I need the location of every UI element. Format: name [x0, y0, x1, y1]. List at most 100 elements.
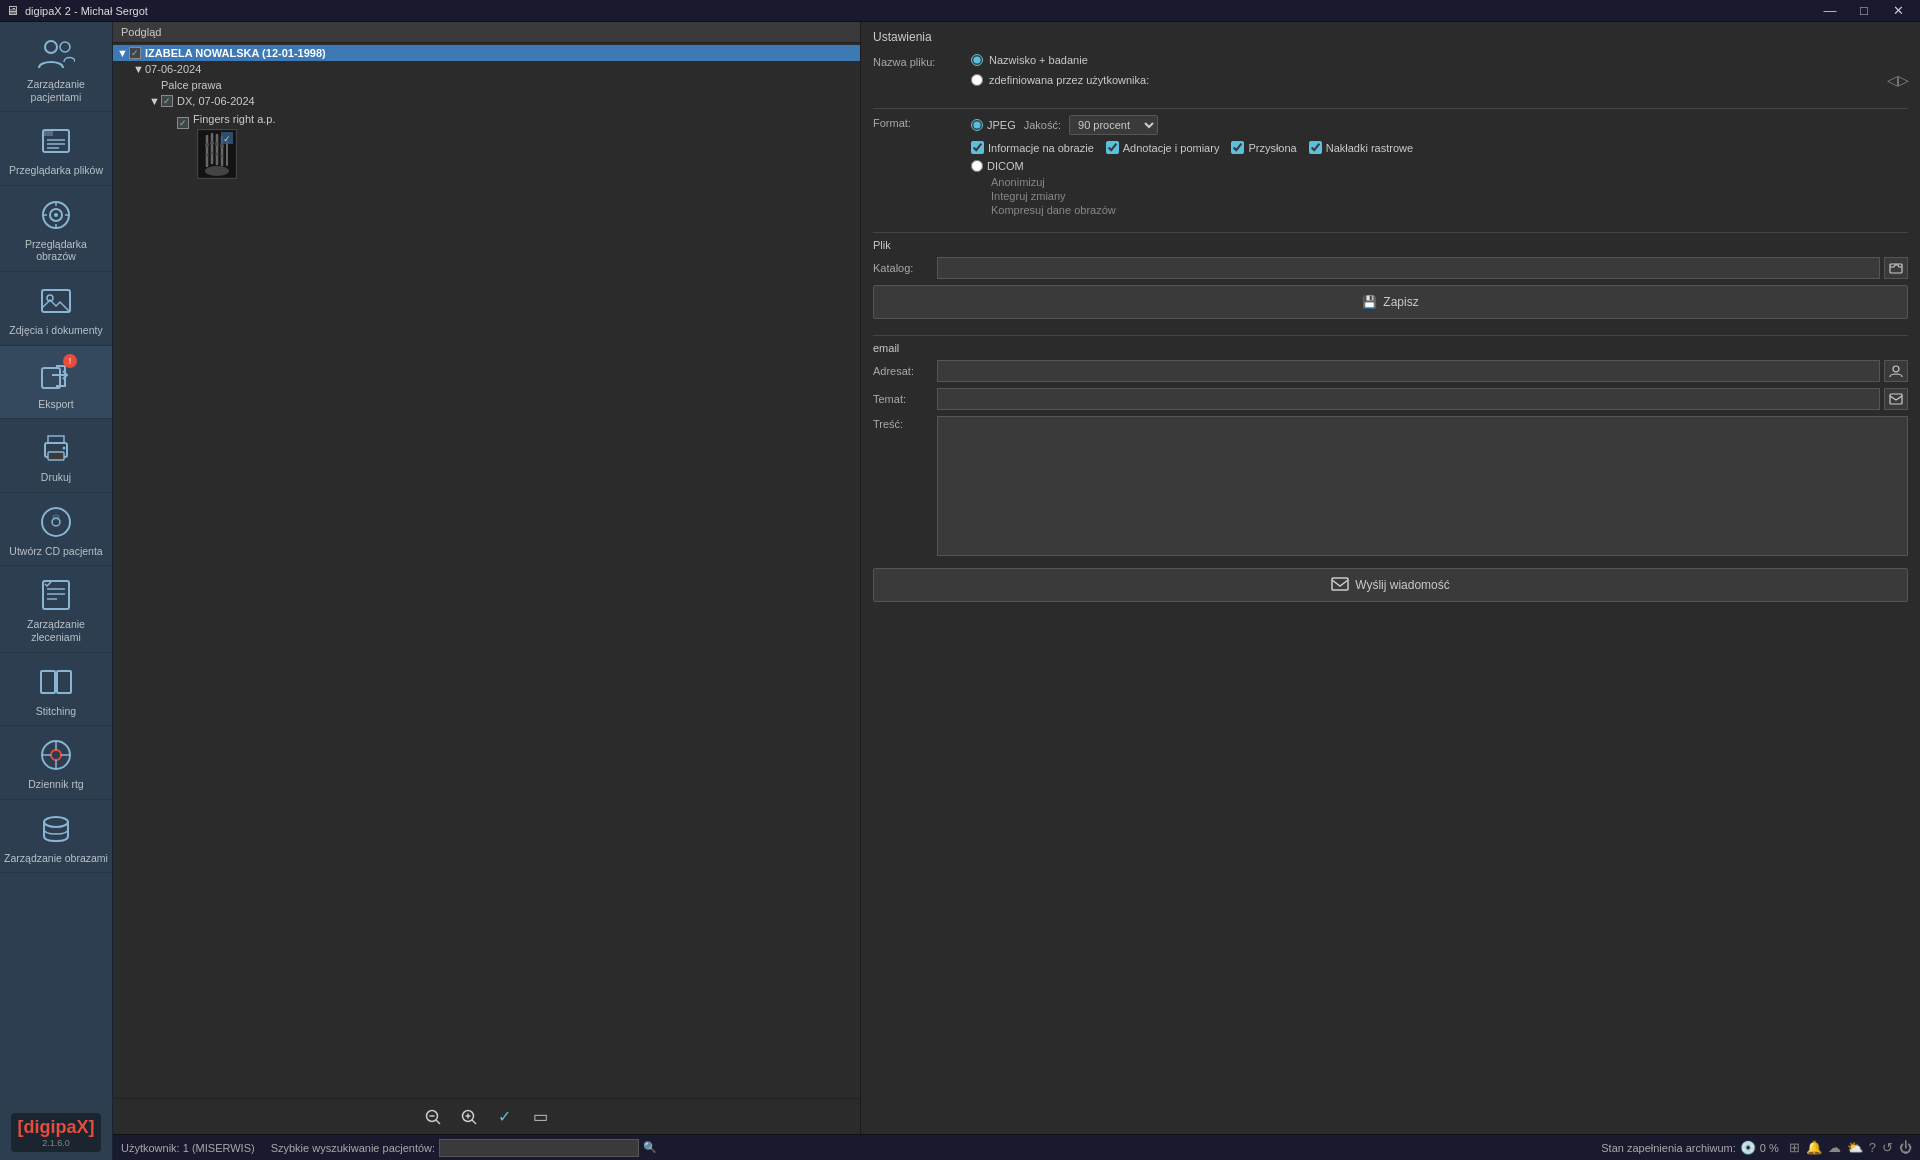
checkbox-przes: Przysłona: [1231, 141, 1296, 154]
tree-thumbnail: ✓: [197, 129, 237, 179]
sidebar-item-drukuj[interactable]: Drukuj: [0, 419, 112, 493]
status-search-label: Szybkie wyszukiwanie pacjentów:: [271, 1142, 435, 1154]
sidebar-item-zlecenia[interactable]: Zarządzanie zleceniami: [0, 566, 112, 652]
sidebar-label-dziennik: Dziennik rtg: [28, 778, 83, 791]
preview-toolbar: ✓ ▭: [113, 1098, 860, 1134]
sidebar-item-eksport[interactable]: ! Eksport: [0, 346, 112, 420]
format-radio-dicom[interactable]: [971, 160, 983, 172]
preview-header: Podgląd: [113, 22, 860, 43]
tresc-row: Treść:: [873, 416, 1908, 556]
manage-images-icon: [35, 808, 77, 850]
svg-rect-18: [48, 452, 64, 460]
dicom-integruj-label: Integruj zmiany: [991, 190, 1066, 202]
svg-rect-28: [57, 671, 71, 693]
temat-input[interactable]: [937, 388, 1880, 410]
sidebar-item-przegladarka-obrazow[interactable]: Przeglądarka obrazów: [0, 186, 112, 272]
tree-fingers-label: Fingers right a.p.: [193, 113, 276, 125]
sidebar: Zarządzanie pacjentami Przeglądarka plik…: [0, 22, 113, 1160]
tree-checkbox-dx[interactable]: ✓: [161, 95, 173, 107]
katalog-label: Katalog:: [873, 262, 933, 274]
format-radio-jpeg[interactable]: [971, 119, 983, 131]
minimize-button[interactable]: —: [1814, 1, 1846, 21]
tree-row-patient[interactable]: ▼ ✓ IZABELA NOWALSKA (12-01-1998): [113, 45, 860, 61]
bell-icon[interactable]: 🔔: [1806, 1140, 1822, 1155]
cd-icon: [35, 501, 77, 543]
frame-button[interactable]: ▭: [527, 1103, 555, 1131]
dicom-kompresuj: Kompresuj dane obrazów: [971, 204, 1908, 216]
sidebar-item-zarzadzanie-pacjentami[interactable]: Zarządzanie pacjentami: [0, 26, 112, 112]
katalog-input[interactable]: [937, 257, 1880, 279]
tree-checkbox-patient[interactable]: ✓: [129, 47, 141, 59]
katalog-row: Katalog:: [873, 257, 1908, 279]
cloud-icon[interactable]: ☁: [1828, 1140, 1841, 1155]
statusbar: Użytkownik: 1 (MISERWIS) Szybkie wyszuki…: [113, 1134, 1920, 1160]
dicom-anonimizuj: Anonimizuj: [971, 176, 1908, 188]
images-icon: [35, 194, 77, 236]
grid-icon[interactable]: ⊞: [1789, 1140, 1800, 1155]
quality-select[interactable]: 90 procent 10 procent 20 procent 30 proc…: [1069, 115, 1158, 135]
save-icon: 💾: [1362, 295, 1377, 309]
logo-bracket: ]: [89, 1117, 95, 1138]
svg-point-1: [60, 42, 70, 52]
adresat-input[interactable]: [937, 360, 1880, 382]
email-section-title: email: [873, 342, 1908, 354]
top-section: Podgląd ▼ ✓ IZABELA NOWALSKA (12-01-1998…: [113, 22, 1920, 1134]
refresh-icon[interactable]: ↺: [1882, 1140, 1893, 1155]
tree-row-palce[interactable]: Palce prawa: [113, 77, 860, 93]
status-search-input[interactable]: [439, 1139, 639, 1157]
digipa-logo: [digipa X ] 2.1.6.0: [0, 1105, 112, 1160]
format-jpeg-row: JPEG Jakość: 90 procent 10 procent 20 pr…: [971, 115, 1908, 135]
settings-panel: Ustawienia Nazwa pliku: Nazwisko + badan…: [861, 22, 1920, 1134]
zoom-in-button[interactable]: [455, 1103, 483, 1131]
jpeg-checkboxes: Informacje na obrazie Adnotacje i pomiar…: [971, 141, 1908, 154]
check-all-button[interactable]: ✓: [491, 1103, 519, 1131]
maximize-button[interactable]: □: [1848, 1, 1880, 21]
katalog-browse-button[interactable]: [1884, 257, 1908, 279]
checkbox-nakladki-input[interactable]: [1309, 141, 1322, 154]
format-label: Format:: [873, 115, 963, 129]
sidebar-item-zdjecia-dokumenty[interactable]: Zdjęcia i dokumenty: [0, 272, 112, 346]
format-jpeg-option: JPEG: [971, 119, 1016, 131]
sidebar-label-stitching: Stitching: [36, 705, 76, 718]
close-button[interactable]: ✕: [1882, 1, 1914, 21]
cloud2-icon[interactable]: ⛅: [1847, 1140, 1863, 1155]
svg-point-54: [221, 155, 224, 158]
filename-radio-nazwisko[interactable]: [971, 54, 983, 66]
svg-point-50: [220, 144, 224, 148]
svg-point-48: [210, 141, 214, 145]
tresc-textarea[interactable]: [937, 416, 1908, 556]
sidebar-item-stitching[interactable]: Stitching: [0, 653, 112, 727]
checkbox-info: Informacje na obrazie: [971, 141, 1094, 154]
zoom-out-button[interactable]: [419, 1103, 447, 1131]
sidebar-label-cd: Utwórz CD pacjenta: [9, 545, 102, 558]
tree-row-fingers[interactable]: ✓ Fingers right a.p.: [113, 109, 860, 183]
send-button[interactable]: Wyślij wiadomość: [873, 568, 1908, 602]
svg-line-58: [436, 1120, 440, 1124]
temat-icon-btn[interactable]: [1884, 388, 1908, 410]
filename-arrow-button[interactable]: ◁▷: [1888, 70, 1908, 90]
tree-checkbox-fingers[interactable]: ✓: [177, 117, 189, 129]
preview-panel: Podgląd ▼ ✓ IZABELA NOWALSKA (12-01-1998…: [113, 22, 861, 1134]
sidebar-item-cd[interactable]: Utwórz CD pacjenta: [0, 493, 112, 567]
sidebar-label-obrazami: Zarządzanie obrazami: [4, 852, 108, 865]
tree-row-dx[interactable]: ▼ ✓ DX, 07-06-2024: [113, 93, 860, 109]
filename-radio-custom[interactable]: [971, 74, 983, 86]
tree-dx: DX, 07-06-2024: [177, 95, 255, 107]
tree-arrow-patient: ▼: [117, 47, 129, 59]
adresat-row: Adresat:: [873, 360, 1908, 382]
power-icon[interactable]: ⏻: [1899, 1140, 1912, 1155]
sidebar-label-drukuj: Drukuj: [41, 471, 71, 484]
checkbox-info-input[interactable]: [971, 141, 984, 154]
sidebar-item-przegladarka-plikow[interactable]: Przeglądarka plików: [0, 112, 112, 186]
sidebar-item-dziennik[interactable]: Dziennik rtg: [0, 726, 112, 800]
save-button[interactable]: 💾 Zapisz: [873, 285, 1908, 319]
sidebar-label-obrazow: Przeglądarka obrazów: [4, 238, 108, 263]
tree-row-date[interactable]: ▼ 07-06-2024: [113, 61, 860, 77]
sidebar-item-obrazami[interactable]: Zarządzanie obrazami: [0, 800, 112, 874]
checkbox-info-label: Informacje na obrazie: [988, 142, 1094, 154]
help-icon[interactable]: ?: [1869, 1140, 1876, 1155]
titlebar-left: 🖥 digipaX 2 - Michał Sergot: [6, 3, 148, 18]
adresat-icon-btn[interactable]: [1884, 360, 1908, 382]
checkbox-przes-input[interactable]: [1231, 141, 1244, 154]
checkbox-adnotacje-input[interactable]: [1106, 141, 1119, 154]
